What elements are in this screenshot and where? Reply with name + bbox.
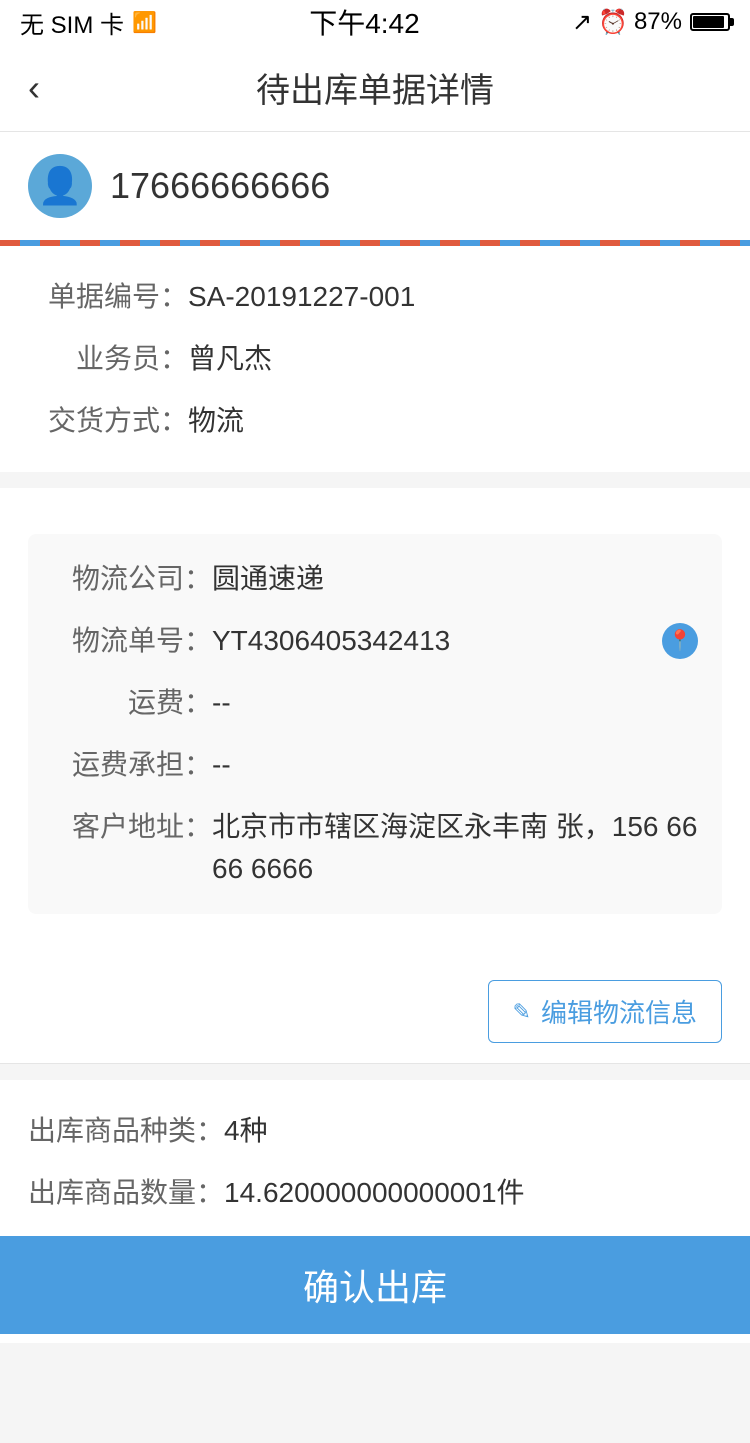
page-title: 待出库单据详情 xyxy=(256,63,494,112)
goods-quantity-label: 出库商品数量： xyxy=(28,1172,224,1214)
company-label: 物流公司： xyxy=(52,558,212,600)
tracking-row: 物流单号： YT43064053424​13 📍 xyxy=(52,620,698,662)
avatar: 👤 xyxy=(28,154,92,218)
salesman-label: 业务员： xyxy=(28,338,188,380)
order-no-label: 单据编号： xyxy=(28,276,188,318)
user-header: 👤 17666666666 xyxy=(0,132,750,240)
edit-icon: ✎ xyxy=(513,999,531,1025)
section-gap-1 xyxy=(0,472,750,488)
delivery-value: 物流 xyxy=(188,400,722,442)
freight-row: 运费： -- xyxy=(52,682,698,724)
goods-quantity-row: 出库商品数量： 14.620000000000001件 xyxy=(28,1172,722,1214)
status-bar: 无 SIM 卡 📶 下午4:42 ↗ ⏰ 87% xyxy=(0,0,750,44)
logistics-card: 物流公司： 圆通速递 物流单号： YT43064053424​13 📍 运费： … xyxy=(28,534,722,914)
freight-value: -- xyxy=(212,682,698,724)
alarm-icon: ⏰ xyxy=(598,8,628,37)
battery-icon xyxy=(690,13,730,31)
nav-bar: ‹ 待出库单据详情 xyxy=(0,44,750,132)
tracking-value: YT43064053424​13 xyxy=(212,620,650,662)
address-value: 北京市市辖区海淀区永丰南 张，156 6666 6666 xyxy=(212,806,698,890)
freight-bear-label: 运费承担： xyxy=(52,744,212,786)
status-time: 下午4:42 xyxy=(309,2,420,42)
address-label: 客户地址： xyxy=(52,806,212,848)
confirm-btn-area[interactable]: 确认出库 xyxy=(0,1236,750,1334)
status-right: ↗ ⏰ 87% xyxy=(572,8,730,37)
edit-btn-label: 编辑物流信息 xyxy=(541,993,697,1030)
goods-types-value: 4种 xyxy=(224,1110,722,1152)
freight-bear-row: 运费承担： -- xyxy=(52,744,698,786)
map-location-icon[interactable]: 📍 xyxy=(662,623,698,659)
goods-section: 出库商品种类： 4种 出库商品数量： 14.620000000000001件 xyxy=(0,1080,750,1244)
goods-types-row: 出库商品种类： 4种 xyxy=(28,1110,722,1152)
edit-logistics-btn-row: ✎ 编辑物流信息 xyxy=(0,964,750,1063)
goods-quantity-value: 14.620000000000001件 xyxy=(224,1172,722,1214)
basic-info-section: 单据编号： SA-20191227-001 业务员： 曾凡杰 交货方式： 物流 xyxy=(0,246,750,472)
delivery-label: 交货方式： xyxy=(28,400,188,442)
delivery-row: 交货方式： 物流 xyxy=(28,400,722,442)
status-left: 无 SIM 卡 📶 xyxy=(20,5,157,40)
logistics-section: 物流公司： 圆通速递 物流单号： YT43064053424​13 📍 运费： … xyxy=(0,488,750,964)
wifi-icon: 📶 xyxy=(132,10,157,35)
back-button[interactable]: ‹ xyxy=(28,67,40,109)
order-no-row: 单据编号： SA-20191227-001 xyxy=(28,276,722,318)
freight-bear-value: -- xyxy=(212,744,698,786)
address-row: 客户地址： 北京市市辖区海淀区永丰南 张，156 6666 6666 xyxy=(52,806,698,890)
user-phone: 17666666666 xyxy=(110,165,330,207)
goods-types-label: 出库商品种类： xyxy=(28,1110,224,1152)
tracking-label: 物流单号： xyxy=(52,620,212,662)
order-no-value: SA-20191227-001 xyxy=(188,276,722,318)
salesman-value: 曾凡杰 xyxy=(188,338,722,380)
company-value: 圆通速递 xyxy=(212,558,698,600)
section-gap-2 xyxy=(0,1064,750,1080)
bottom-spacer xyxy=(0,1343,750,1443)
salesman-row: 业务员： 曾凡杰 xyxy=(28,338,722,380)
location-status-icon: ↗ xyxy=(572,8,592,37)
confirm-btn-label: 确认出库 xyxy=(303,1259,447,1311)
company-row: 物流公司： 圆通速递 xyxy=(52,558,698,600)
user-avatar-icon: 👤 xyxy=(38,165,83,207)
edit-logistics-button[interactable]: ✎ 编辑物流信息 xyxy=(488,980,722,1043)
freight-label: 运费： xyxy=(52,682,212,724)
carrier-label: 无 SIM 卡 xyxy=(20,5,124,40)
battery-percentage: 87% xyxy=(634,8,682,36)
